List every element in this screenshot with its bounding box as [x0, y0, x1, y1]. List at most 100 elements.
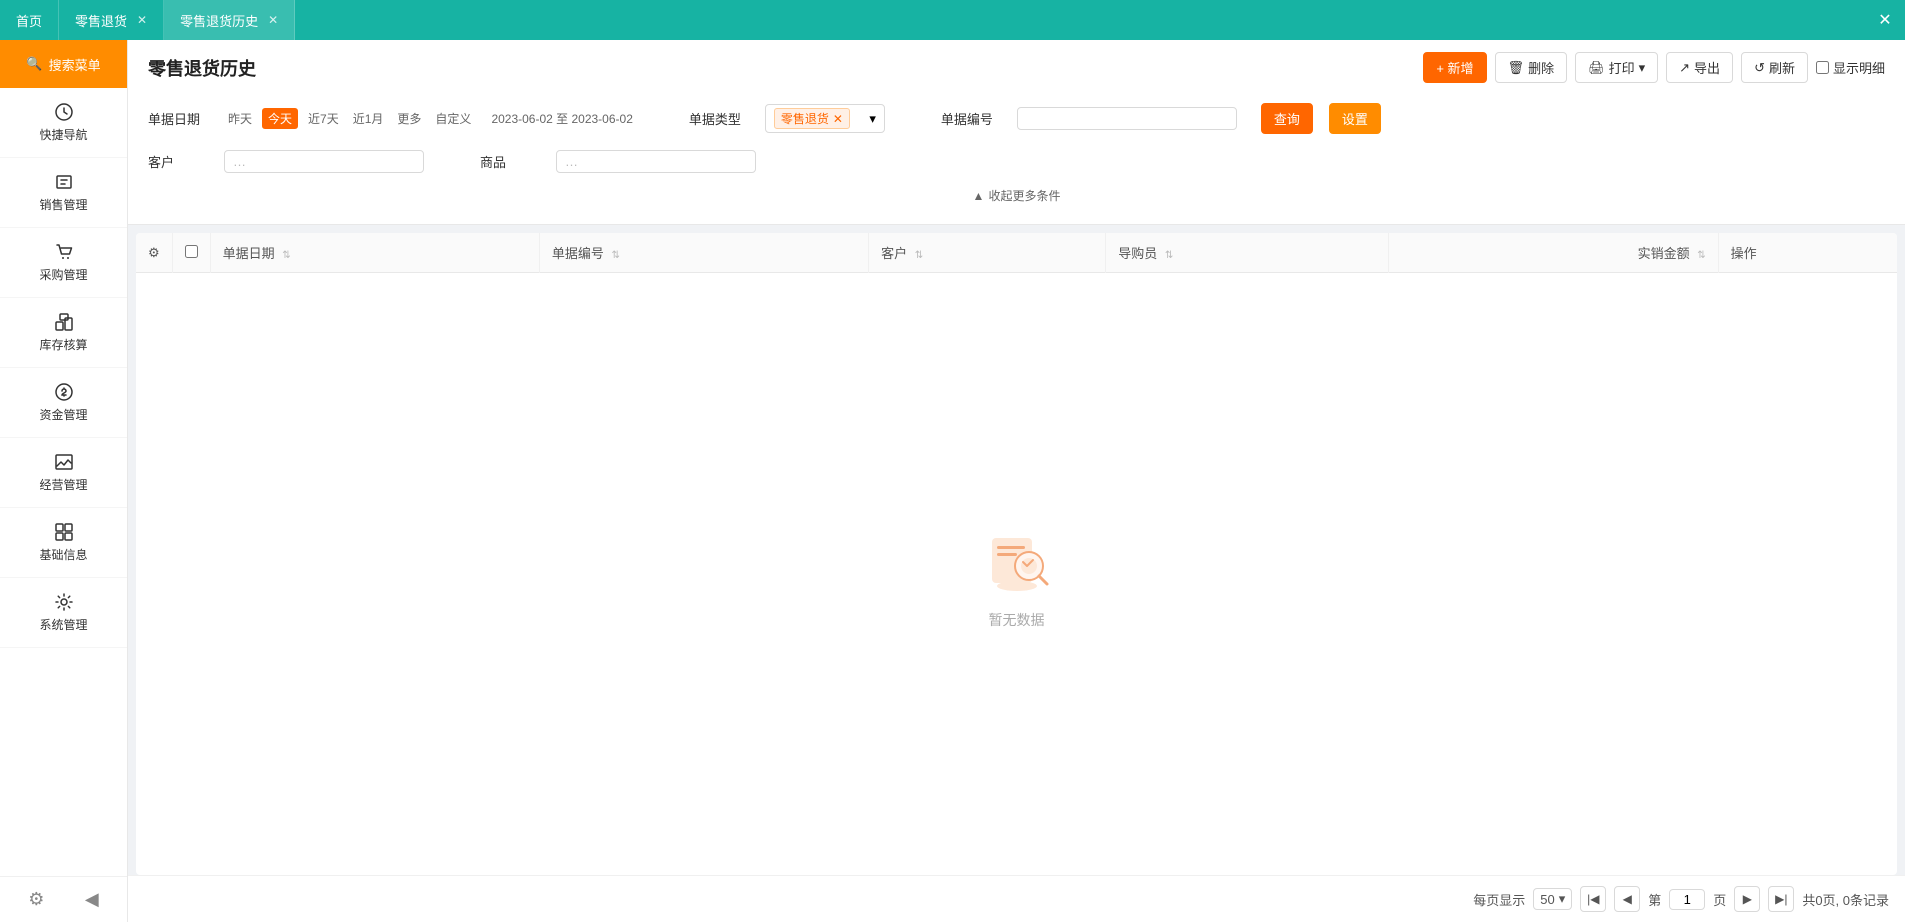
quick-nav-icon	[54, 102, 74, 122]
main-layout: 🔍 搜索菜单 快捷导航 销售管理 采购管理	[0, 40, 1905, 922]
operation-icon	[54, 452, 74, 472]
collapse-bar: ▲ 收起更多条件	[148, 181, 1885, 214]
sort-doc-no-icon[interactable]: ⇅	[612, 250, 620, 261]
sort-guide-icon[interactable]: ⇅	[1165, 250, 1173, 261]
customer-label: 客户	[148, 152, 208, 171]
col-amount: 实销金额 ⇅	[1389, 233, 1718, 273]
sidebar-search[interactable]: 🔍 搜索菜单	[0, 40, 127, 88]
table-container: ⚙ 单据日期 ⇅ 单据编号 ⇅	[136, 233, 1897, 875]
tab-retail-return-history[interactable]: 零售退货历史 ✕	[164, 0, 295, 40]
shortcut-today[interactable]: 今天	[262, 108, 298, 129]
delete-icon: 🗑	[1508, 60, 1525, 76]
display-detail-input[interactable]	[1816, 61, 1829, 74]
sidebar-item-inventory[interactable]: 库存核算	[0, 298, 127, 368]
empty-state: 暂无数据	[136, 273, 1897, 875]
customer-select[interactable]: …	[224, 150, 424, 173]
col-checkbox	[172, 233, 210, 273]
tab-retail-return[interactable]: 零售退货 ✕	[59, 0, 164, 40]
top-bar: 首页 零售退货 ✕ 零售退货历史 ✕ ✕	[0, 0, 1905, 40]
shortcut-7days[interactable]: 近7天	[304, 109, 343, 128]
export-button[interactable]: ↗ 导出	[1666, 52, 1733, 83]
purchase-icon	[54, 242, 74, 262]
sidebar-item-finance[interactable]: 资金管理	[0, 368, 127, 438]
page-size-label: 每页显示	[1473, 890, 1525, 909]
content-area: 零售退货历史 + 新增 🗑 删除 🖨 打印 ▾ ↗ 导出	[128, 40, 1905, 922]
page-number-input[interactable]	[1669, 889, 1705, 910]
filter-area: 单据日期 昨天 今天 近7天 近1月 更多 自定义 2023-06-02 至 2…	[148, 95, 1885, 224]
window-close-button[interactable]: ✕	[1865, 0, 1905, 40]
settings-bottom-icon[interactable]: ⚙	[28, 889, 44, 910]
refresh-button[interactable]: ↺ 刷新	[1741, 52, 1808, 83]
print-dropdown-icon: ▾	[1639, 60, 1646, 76]
col-doc-date: 单据日期 ⇅	[210, 233, 539, 273]
display-detail-checkbox[interactable]: 显示明细	[1816, 58, 1885, 77]
table-settings-icon[interactable]: ⚙	[148, 245, 160, 260]
col-settings: ⚙	[136, 233, 172, 273]
total-info: 共0页, 0条记录	[1802, 890, 1889, 909]
doc-type-label: 单据类型	[689, 109, 749, 128]
page-title-bar: 零售退货历史 + 新增 🗑 删除 🖨 打印 ▾ ↗ 导出	[148, 52, 1885, 83]
tab-retail-return-close[interactable]: ✕	[137, 13, 147, 27]
tab-home[interactable]: 首页	[0, 0, 59, 40]
sort-doc-date-icon[interactable]: ⇅	[282, 250, 290, 261]
settings-filter-button[interactable]: 设置	[1329, 103, 1381, 134]
doc-type-tag: 零售退货 ✕	[774, 108, 850, 129]
sales-icon	[54, 172, 74, 192]
collapse-sidebar-icon[interactable]: ◀	[85, 889, 99, 910]
page-header: 零售退货历史 + 新增 🗑 删除 🖨 打印 ▾ ↗ 导出	[128, 40, 1905, 225]
prev-page-button[interactable]: ◀	[1614, 886, 1640, 912]
table-header-row: ⚙ 单据日期 ⇅ 单据编号 ⇅	[136, 233, 1897, 273]
filter-row-2: 客户 … 商品 …	[148, 142, 1885, 181]
export-icon: ↗	[1679, 60, 1690, 76]
shortcut-more[interactable]: 更多	[393, 109, 425, 128]
sidebar-item-system[interactable]: 系统管理	[0, 578, 127, 648]
sidebar: 🔍 搜索菜单 快捷导航 销售管理 采购管理	[0, 40, 128, 922]
search-icon: 🔍	[26, 56, 42, 72]
finance-icon	[54, 382, 74, 402]
sidebar-item-sales[interactable]: 销售管理	[0, 158, 127, 228]
page-title: 零售退货历史	[148, 55, 256, 81]
collapse-button[interactable]: ▲ 收起更多条件	[961, 183, 1073, 208]
doc-type-select[interactable]: 零售退货 ✕ ▾	[765, 104, 885, 133]
doc-type-dropdown-icon: ▾	[869, 111, 876, 127]
page-label: 第	[1648, 890, 1661, 909]
doc-type-tag-close[interactable]: ✕	[833, 112, 843, 126]
empty-icon	[977, 518, 1057, 598]
date-label: 单据日期	[148, 109, 208, 128]
system-icon	[54, 592, 74, 612]
data-table: ⚙ 单据日期 ⇅ 单据编号 ⇅	[136, 233, 1897, 273]
basic-info-icon	[54, 522, 74, 542]
col-guide: 导购员 ⇅	[1106, 233, 1389, 273]
print-button[interactable]: 🖨 打印 ▾	[1575, 52, 1658, 83]
first-page-button[interactable]: |◀	[1580, 886, 1606, 912]
tab-retail-return-history-close[interactable]: ✕	[268, 13, 278, 27]
shortcut-1month[interactable]: 近1月	[349, 109, 388, 128]
sidebar-item-basic-info[interactable]: 基础信息	[0, 508, 127, 578]
refresh-icon: ↺	[1754, 60, 1765, 76]
page-size-dropdown-icon: ▾	[1559, 891, 1566, 907]
date-shortcuts: 昨天 今天 近7天 近1月 更多 自定义	[224, 108, 475, 129]
delete-button[interactable]: 🗑 删除	[1495, 52, 1568, 83]
inventory-icon	[54, 312, 74, 332]
col-action: 操作	[1718, 233, 1897, 273]
doc-no-label: 单据编号	[941, 109, 1001, 128]
sort-customer-icon[interactable]: ⇅	[915, 250, 923, 261]
col-customer: 客户 ⇅	[869, 233, 1106, 273]
sidebar-item-quick-nav[interactable]: 快捷导航	[0, 88, 127, 158]
doc-no-input[interactable]	[1017, 107, 1237, 130]
print-icon: 🖨	[1588, 60, 1605, 76]
shortcut-custom[interactable]: 自定义	[431, 109, 475, 128]
select-all-checkbox[interactable]	[185, 245, 198, 258]
sidebar-item-operation[interactable]: 经营管理	[0, 438, 127, 508]
shortcut-yesterday[interactable]: 昨天	[224, 109, 256, 128]
next-page-button[interactable]: ▶	[1734, 886, 1760, 912]
last-page-button[interactable]: ▶|	[1768, 886, 1794, 912]
collapse-up-icon: ▲	[973, 189, 985, 203]
sidebar-item-purchase[interactable]: 采购管理	[0, 228, 127, 298]
query-button[interactable]: 查询	[1261, 103, 1313, 134]
sort-amount-icon[interactable]: ⇅	[1697, 250, 1705, 261]
add-button[interactable]: + 新增	[1423, 52, 1486, 83]
toolbar: + 新增 🗑 删除 🖨 打印 ▾ ↗ 导出 ↺	[1423, 52, 1885, 83]
page-size-select[interactable]: 50 ▾	[1533, 888, 1572, 910]
goods-select[interactable]: …	[556, 150, 756, 173]
